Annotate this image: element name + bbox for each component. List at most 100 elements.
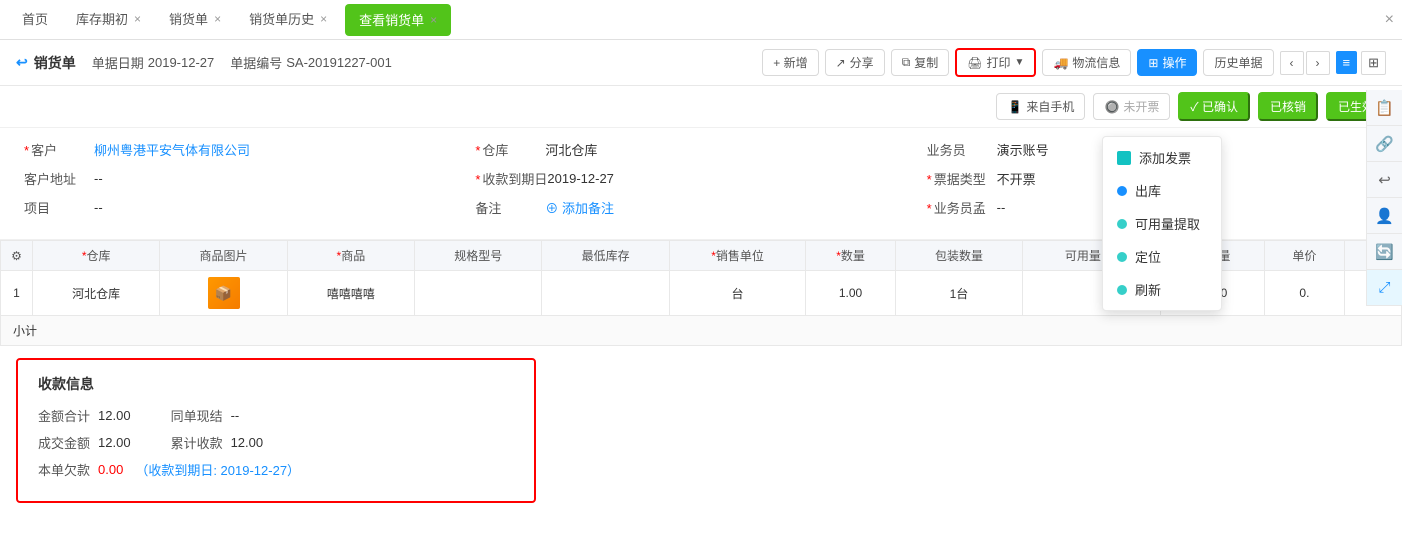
ticket-type-label: *票据类型 bbox=[927, 169, 997, 188]
tab-sales-history[interactable]: 销货单历史 × bbox=[235, 0, 341, 40]
tab-bar: 首页 库存期初 × 销货单 × 销货单历史 × 查看销货单 × × bbox=[0, 0, 1402, 40]
add-button[interactable]: + 新增 bbox=[762, 49, 818, 76]
void-button[interactable]: 已核销 bbox=[1258, 92, 1318, 121]
project-value: -- bbox=[94, 200, 103, 215]
locate-item[interactable]: 定位 bbox=[1103, 240, 1221, 273]
from-phone-button[interactable]: 📱 来自手机 bbox=[996, 93, 1085, 120]
project-field: 项目 -- bbox=[24, 198, 475, 217]
history-button[interactable]: 历史单据 bbox=[1203, 49, 1273, 76]
col-warehouse: *仓库 bbox=[33, 241, 160, 271]
col-spec: 规格型号 bbox=[415, 241, 542, 271]
ticket-type-value: 不开票 bbox=[997, 169, 1036, 188]
global-close-button[interactable]: × bbox=[1385, 11, 1394, 29]
total-value: 12.00 bbox=[98, 408, 131, 423]
tab-close-sales[interactable]: × bbox=[214, 12, 221, 26]
side-icon-2[interactable]: 🔗 bbox=[1367, 126, 1402, 162]
subtotal-row: 小计 bbox=[1, 316, 1402, 346]
cumulative-field: 累计收款 12.00 bbox=[171, 433, 264, 452]
ticket-icon: 🔘 bbox=[1104, 100, 1119, 114]
copy-icon: ⧉ bbox=[902, 55, 911, 70]
due-date-label: *收款到期日 bbox=[475, 169, 547, 188]
check-icon: ✓ bbox=[1190, 100, 1198, 114]
payment-row-3: 本单欠款 0.00 （收款到期日: 2019-12-27） bbox=[38, 460, 514, 479]
operations-button[interactable]: ⊞ 操作 bbox=[1137, 49, 1197, 76]
doc-number-label: 单据编号 SA-20191227-001 bbox=[230, 53, 392, 72]
view-toggle: ≡ ⊞ bbox=[1336, 51, 1387, 75]
tab-close-sales-history[interactable]: × bbox=[320, 12, 327, 26]
share-icon: ↗ bbox=[836, 56, 846, 70]
col-settings: ⚙ bbox=[1, 241, 33, 271]
add-notes-button[interactable]: ⊕ 添加备注 bbox=[545, 198, 614, 217]
plus-icon: ⊕ bbox=[545, 201, 558, 216]
product-thumbnail: 📦 bbox=[208, 277, 240, 309]
row-sale-unit: 台 bbox=[669, 271, 806, 316]
side-icons-panel: 📋 🔗 ↩ 👤 🔄 ⤢ bbox=[1366, 90, 1402, 306]
share-button[interactable]: ↗ 分享 bbox=[825, 49, 885, 76]
col-min-stock: 最低库存 bbox=[542, 241, 669, 271]
doc-type-icon: ↩ bbox=[16, 54, 28, 71]
not-open-button[interactable]: 🔘 未开票 bbox=[1093, 93, 1170, 120]
transaction-field: 成交金额 12.00 bbox=[38, 433, 131, 452]
add-invoice-item[interactable]: 添加发票 bbox=[1103, 141, 1221, 174]
notes-field: 备注 ⊕ 添加备注 bbox=[475, 198, 926, 217]
document-type: ↩ 销货单 bbox=[16, 53, 76, 73]
address-field: 客户地址 -- bbox=[24, 169, 475, 188]
tab-sales[interactable]: 销货单 × bbox=[155, 0, 235, 40]
col-quantity: *数量 bbox=[806, 241, 895, 271]
row-product: 嘻嘻嘻嘻 bbox=[287, 271, 414, 316]
grid-view-button[interactable]: ⊞ bbox=[1361, 51, 1386, 75]
side-icon-4[interactable]: 👤 bbox=[1367, 198, 1402, 234]
sales-staff-value: -- bbox=[997, 200, 1006, 215]
due-date-note: （收款到期日: 2019-12-27） bbox=[135, 460, 300, 479]
print-dropdown-icon: ▼ bbox=[1015, 57, 1025, 68]
side-icon-1[interactable]: 📋 bbox=[1367, 90, 1402, 126]
cumulative-label: 累计收款 bbox=[171, 433, 223, 452]
customer-value[interactable]: 柳州粤港平安气体有限公司 bbox=[94, 140, 250, 159]
operations-dropdown: 添加发票 出库 可用量提取 定位 刷新 bbox=[1102, 136, 1222, 311]
col-image: 商品图片 bbox=[160, 241, 287, 271]
customer-label: *客户 bbox=[24, 140, 94, 159]
tab-home[interactable]: 首页 bbox=[8, 0, 62, 40]
notes-label: 备注 bbox=[475, 198, 545, 217]
outbound-item[interactable]: 出库 bbox=[1103, 174, 1221, 207]
payment-row-2: 成交金额 12.00 累计收款 12.00 bbox=[38, 433, 514, 452]
doc-date-label: 单据日期 2019-12-27 bbox=[92, 53, 215, 72]
list-view-button[interactable]: ≡ bbox=[1336, 51, 1358, 74]
refresh-item[interactable]: 刷新 bbox=[1103, 273, 1221, 306]
current-due-value: 0.00 bbox=[98, 462, 123, 477]
address-label: 客户地址 bbox=[24, 169, 94, 188]
available-qty-item[interactable]: 可用量提取 bbox=[1103, 207, 1221, 240]
copy-button[interactable]: ⧉ 复制 bbox=[891, 49, 950, 76]
tab-view-sales[interactable]: 查看销货单 × bbox=[345, 4, 451, 36]
col-product: *商品 bbox=[287, 241, 414, 271]
side-icon-3[interactable]: ↩ bbox=[1367, 162, 1402, 198]
transaction-value: 12.00 bbox=[98, 435, 131, 450]
side-icon-expand[interactable]: ⤢ bbox=[1367, 270, 1402, 306]
outbound-icon bbox=[1117, 186, 1127, 196]
row-image: 📦 bbox=[160, 271, 287, 316]
prev-button[interactable]: ‹ bbox=[1280, 51, 1304, 75]
payment-title: 收款信息 bbox=[38, 374, 514, 394]
row-quantity: 1.00 bbox=[806, 271, 895, 316]
print-button[interactable]: 🖨 打印 ▼ bbox=[955, 48, 1036, 77]
row-unit-price: 0. bbox=[1264, 271, 1344, 316]
refresh-icon bbox=[1117, 285, 1127, 295]
logistics-button[interactable]: 🚚 物流信息 bbox=[1042, 49, 1131, 76]
sales-staff-label: *业务员孟 bbox=[927, 198, 997, 217]
tab-close-inventory[interactable]: × bbox=[134, 12, 141, 26]
tab-close-view-sales[interactable]: × bbox=[430, 13, 437, 27]
current-due-label: 本单欠款 bbox=[38, 460, 90, 479]
address-value: -- bbox=[94, 171, 103, 186]
next-button[interactable]: › bbox=[1306, 51, 1330, 75]
side-icon-5[interactable]: 🔄 bbox=[1367, 234, 1402, 270]
toolbar-row: 📱 来自手机 🔘 未开票 ✓ 已确认 已核销 已生效 bbox=[0, 86, 1402, 128]
transaction-label: 成交金额 bbox=[38, 433, 90, 452]
row-index: 1 bbox=[1, 271, 33, 316]
total-field: 金额合计 12.00 bbox=[38, 406, 131, 425]
tab-inventory[interactable]: 库存期初 × bbox=[62, 0, 155, 40]
confirmed-button[interactable]: ✓ 已确认 bbox=[1178, 92, 1250, 121]
row-pack-qty: 1台 bbox=[895, 271, 1022, 316]
due-date-field: *收款到期日 2019-12-27 bbox=[475, 169, 926, 188]
available-qty-icon bbox=[1117, 219, 1127, 229]
staff-label: 业务员 bbox=[927, 140, 997, 159]
